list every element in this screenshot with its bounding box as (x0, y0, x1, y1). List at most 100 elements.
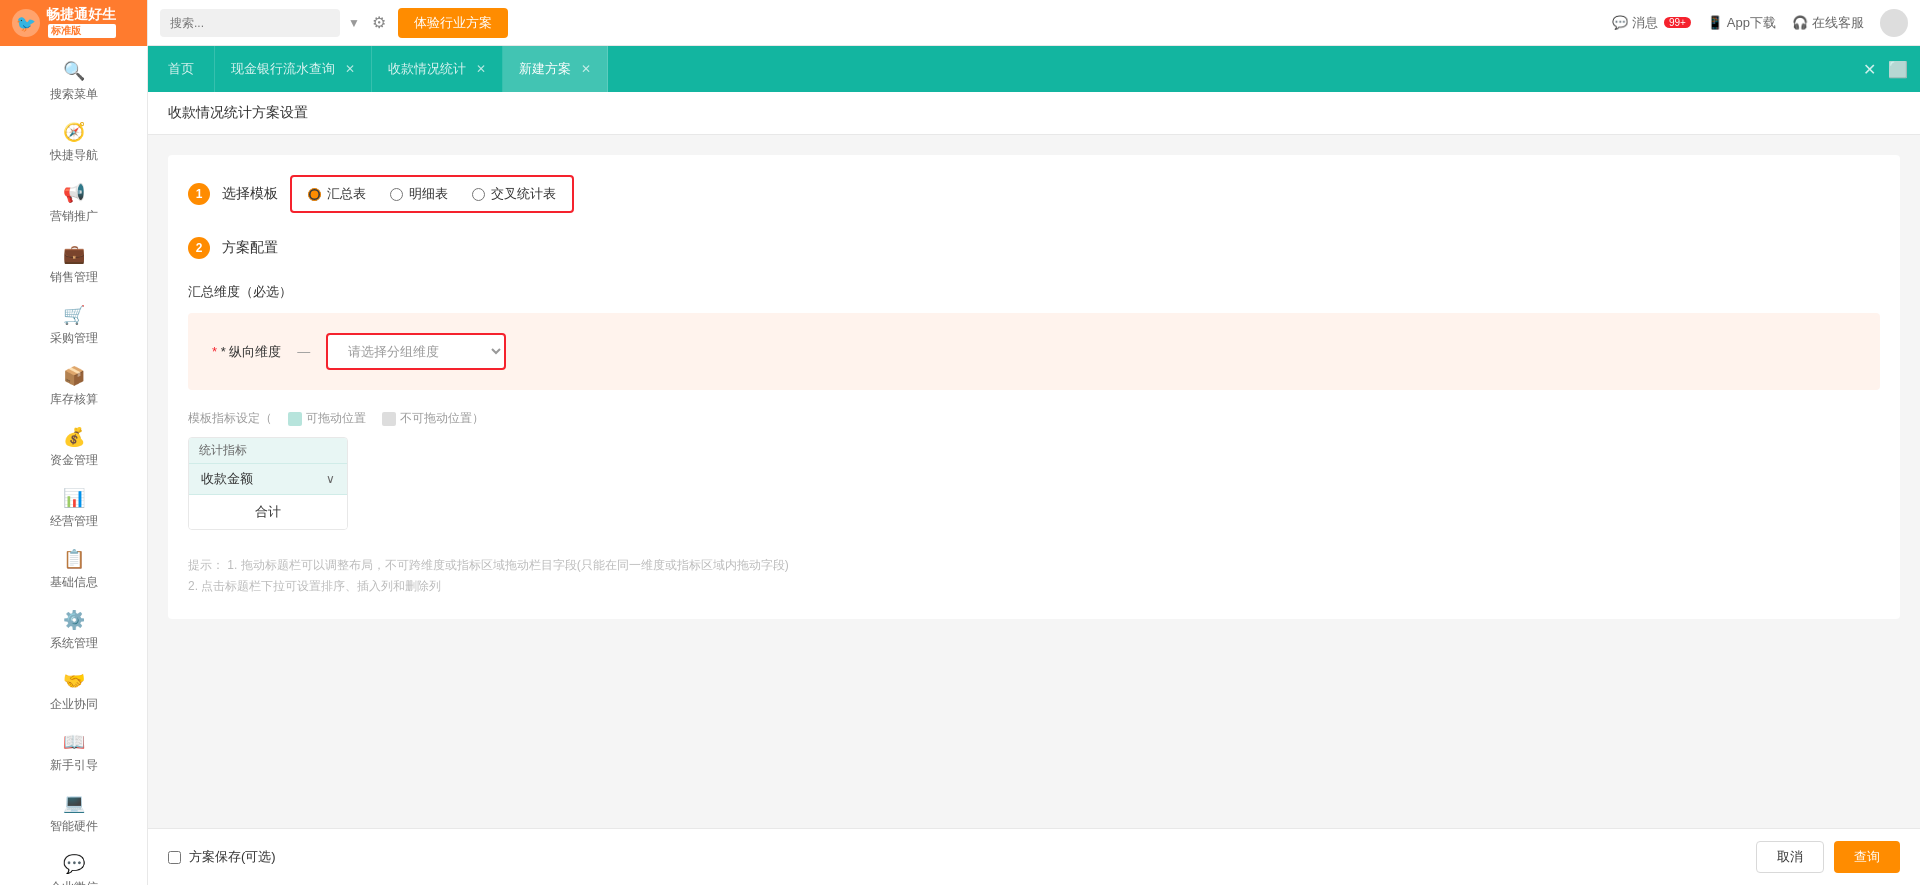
sidebar-item-enterprise[interactable]: 🤝 企业协同 (0, 660, 147, 721)
sidebar-item-quicknav[interactable]: 🧭 快捷导航 (0, 111, 147, 172)
purchase-icon: 🛒 (63, 304, 85, 326)
sidebar-item-hardware[interactable]: 💻 智能硬件 (0, 782, 147, 843)
header-right: 💬 消息 99+ 📱 App下载 🎧 在线客服 (1612, 9, 1908, 37)
dimension-section-title: 汇总维度（必选） (188, 283, 1880, 301)
template-huizong-label: 汇总表 (327, 185, 366, 203)
sidebar-item-label: 营销推广 (50, 208, 98, 225)
main-card: 1 选择模板 汇总表 明细表 交叉统计表 (168, 155, 1900, 619)
sidebar-item-label: 搜索菜单 (50, 86, 98, 103)
tab-minimize-icon[interactable]: ✕ (1863, 60, 1876, 79)
sidebar-logo: 🐦 畅捷通好生 标准版 (0, 0, 147, 46)
tip1: 提示： 1. 拖动标题栏可以调整布局，不可跨维度或指标区域拖动栏目字段(只能在同… (188, 557, 1880, 574)
metrics-group-label: 统计指标 (199, 443, 247, 457)
app-download-item[interactable]: 📱 App下载 (1707, 14, 1776, 32)
tab-home-label: 首页 (168, 60, 194, 78)
legend-fixed-item: 不可拖动位置） (382, 410, 484, 427)
sidebar-nav: 🔍 搜索菜单 🧭 快捷导航 📢 营销推广 💼 销售管理 🛒 采购管理 📦 库存核… (0, 46, 147, 885)
cancel-button[interactable]: 取消 (1756, 841, 1824, 873)
tab-receipts-stat[interactable]: 收款情况统计 ✕ (372, 46, 503, 92)
sidebar-item-label: 系统管理 (50, 635, 98, 652)
industry-solution-button[interactable]: 体验行业方案 (398, 8, 508, 38)
tab-receipts-stat-close[interactable]: ✕ (476, 62, 486, 76)
dimension-arrow: — (297, 344, 310, 359)
sidebar-item-label: 快捷导航 (50, 147, 98, 164)
sidebar-item-inventory[interactable]: 📦 库存核算 (0, 355, 147, 416)
logo-icon: 🐦 (12, 9, 40, 37)
sidebar-item-search[interactable]: 🔍 搜索菜单 (0, 50, 147, 111)
metrics-column-header[interactable]: 收款金额 ∨ (189, 464, 347, 495)
tab-bank-flow[interactable]: 现金银行流水查询 ✕ (215, 46, 372, 92)
legend-fixed-label: 不可拖动位置） (400, 410, 484, 427)
legend-draggable-dot (288, 412, 302, 426)
sidebar-item-wechat[interactable]: 💬 企业微信 (0, 843, 147, 885)
sidebar-item-label: 采购管理 (50, 330, 98, 347)
support-icon: 🎧 (1792, 15, 1808, 30)
sidebar-item-guide[interactable]: 📖 新手引导 (0, 721, 147, 782)
tab-new-plan[interactable]: 新建方案 ✕ (503, 46, 608, 92)
logo-text: 畅捷通好生 (46, 6, 116, 22)
sidebar-item-finance[interactable]: 💰 资金管理 (0, 416, 147, 477)
breadcrumb: 收款情况统计方案设置 (168, 104, 308, 120)
system-icon: ⚙️ (63, 609, 85, 631)
save-plan-checkbox[interactable] (168, 851, 181, 864)
template-huizong[interactable]: 汇总表 (308, 185, 366, 203)
chevron-down-icon[interactable]: ▼ (348, 16, 360, 30)
user-avatar[interactable] (1880, 9, 1908, 37)
sidebar-item-sales[interactable]: 💼 销售管理 (0, 233, 147, 294)
sidebar-item-management[interactable]: 📊 经营管理 (0, 477, 147, 538)
wechat-icon: 💬 (63, 853, 85, 875)
page-header: 收款情况统计方案设置 (148, 92, 1920, 135)
sidebar-item-label: 基础信息 (50, 574, 98, 591)
compass-icon: 🧭 (63, 121, 85, 143)
template-jiaocha[interactable]: 交叉统计表 (472, 185, 556, 203)
template-jiaocha-label: 交叉统计表 (491, 185, 556, 203)
inventory-icon: 📦 (63, 365, 85, 387)
search-input[interactable] (160, 9, 340, 37)
step2-label: 方案配置 (222, 239, 278, 257)
tab-bank-flow-close[interactable]: ✕ (345, 62, 355, 76)
enterprise-icon: 🤝 (63, 670, 85, 692)
gear-icon[interactable]: ⚙ (372, 13, 386, 32)
query-button[interactable]: 查询 (1834, 841, 1900, 873)
hardware-icon: 💻 (63, 792, 85, 814)
sidebar-item-purchase[interactable]: 🛒 采购管理 (0, 294, 147, 355)
tab-new-plan-close[interactable]: ✕ (581, 62, 591, 76)
sidebar-item-marketing[interactable]: 📢 营销推广 (0, 172, 147, 233)
tab-bar: 首页 现金银行流水查询 ✕ 收款情况统计 ✕ 新建方案 ✕ ✕ ⬜ (148, 46, 1920, 92)
download-label: App下载 (1727, 14, 1776, 32)
tab-home[interactable]: 首页 (148, 46, 215, 92)
dimension-select[interactable]: 请选择分组维度 (326, 333, 506, 370)
management-icon: 📊 (63, 487, 85, 509)
notification-item[interactable]: 💬 消息 99+ (1612, 14, 1691, 32)
metrics-settings-label: 模板指标设定（ (188, 410, 272, 427)
save-plan-label: 方案保存(可选) (189, 848, 276, 866)
sidebar-item-label: 经营管理 (50, 513, 98, 530)
sidebar: 🐦 畅捷通好生 标准版 🔍 搜索菜单 🧭 快捷导航 📢 营销推广 💼 销售管理 … (0, 0, 148, 885)
legend-draggable-item: 可拖动位置 (288, 410, 366, 427)
notification-label: 消息 (1632, 14, 1658, 32)
footer-actions: 取消 查询 (1756, 841, 1900, 873)
sidebar-item-label: 智能硬件 (50, 818, 98, 835)
template-mingxi[interactable]: 明细表 (390, 185, 448, 203)
metrics-column-chevron[interactable]: ∨ (326, 472, 335, 486)
search-icon: 🔍 (63, 60, 85, 82)
step2-circle: 2 (188, 237, 210, 259)
main-area: ▼ ⚙ 体验行业方案 💬 消息 99+ 📱 App下载 🎧 在线客服 首页 (148, 0, 1920, 885)
notification-badge: 99+ (1664, 17, 1691, 28)
template-huizong-radio[interactable] (308, 188, 321, 201)
metrics-column-label: 收款金额 (201, 470, 253, 488)
sidebar-item-system[interactable]: ⚙️ 系统管理 (0, 599, 147, 660)
sidebar-item-basic-info[interactable]: 📋 基础信息 (0, 538, 147, 599)
template-options: 汇总表 明细表 交叉统计表 (290, 175, 574, 213)
tab-maximize-icon[interactable]: ⬜ (1888, 60, 1908, 79)
metrics-table-cell: 合计 (189, 495, 347, 529)
vertical-dimension-text: * 纵向维度 (221, 344, 282, 359)
template-jiaocha-radio[interactable] (472, 188, 485, 201)
metrics-table: 统计指标 收款金额 ∨ 合计 (188, 437, 348, 530)
template-mingxi-radio[interactable] (390, 188, 403, 201)
sidebar-item-label: 新手引导 (50, 757, 98, 774)
support-item[interactable]: 🎧 在线客服 (1792, 14, 1864, 32)
sales-icon: 💼 (63, 243, 85, 265)
sidebar-item-label: 企业微信 (50, 879, 98, 885)
dimension-row: * * 纵向维度 — 请选择分组维度 (212, 333, 1856, 370)
